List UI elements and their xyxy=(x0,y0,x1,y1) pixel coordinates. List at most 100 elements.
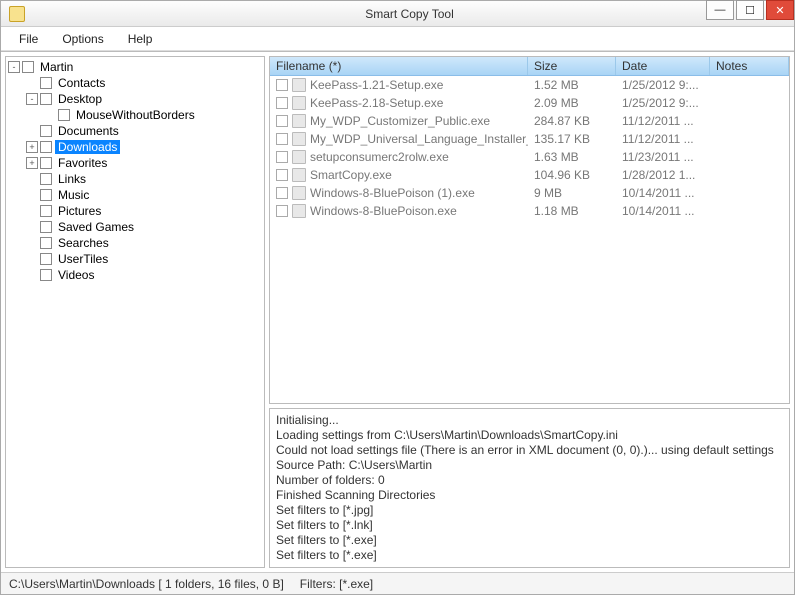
file-icon xyxy=(292,150,306,164)
tree-node[interactable]: Searches xyxy=(26,235,262,251)
file-name: Windows-8-BluePoison (1).exe xyxy=(310,186,475,200)
tree-checkbox[interactable] xyxy=(40,141,52,153)
tree-node[interactable]: Contacts xyxy=(26,75,262,91)
tree-node[interactable]: + Favorites xyxy=(26,155,262,171)
file-row[interactable]: SmartCopy.exe104.96 KB1/28/2012 1... xyxy=(270,166,789,184)
log-line: Set filters to [*.jpg] xyxy=(276,503,783,518)
tree-node-label[interactable]: Documents xyxy=(55,124,122,138)
file-date: 11/23/2011 ... xyxy=(616,149,710,165)
tree-node-label[interactable]: Desktop xyxy=(55,92,105,106)
tree-node-label[interactable]: Contacts xyxy=(55,76,108,90)
file-list[interactable]: Filename (*) Size Date Notes KeePass-1.2… xyxy=(269,56,790,404)
tree-checkbox[interactable] xyxy=(40,125,52,137)
plus-icon[interactable]: + xyxy=(26,157,38,169)
tree-checkbox[interactable] xyxy=(40,189,52,201)
file-checkbox[interactable] xyxy=(276,187,288,199)
tree-node-root[interactable]: - Martin xyxy=(8,59,262,75)
column-filename[interactable]: Filename (*) xyxy=(270,57,528,75)
minimize-button[interactable]: — xyxy=(706,0,734,20)
file-checkbox[interactable] xyxy=(276,133,288,145)
tree-checkbox[interactable] xyxy=(22,61,34,73)
file-checkbox[interactable] xyxy=(276,169,288,181)
window-title: Smart Copy Tool xyxy=(25,7,794,21)
tree-node[interactable]: UserTiles xyxy=(26,251,262,267)
column-notes[interactable]: Notes xyxy=(710,57,789,75)
file-row[interactable]: KeePass-2.18-Setup.exe2.09 MB1/25/2012 9… xyxy=(270,94,789,112)
file-notes xyxy=(710,185,789,201)
file-date: 1/28/2012 1... xyxy=(616,167,710,183)
titlebar[interactable]: Smart Copy Tool — ☐ ✕ xyxy=(1,1,794,27)
log-line: Set filters to [*.exe] xyxy=(276,548,783,563)
tree-node-label[interactable]: Music xyxy=(55,188,92,202)
log-panel[interactable]: Initialising...Loading settings from C:\… xyxy=(269,408,790,568)
menu-options[interactable]: Options xyxy=(52,30,113,48)
menu-help[interactable]: Help xyxy=(118,30,163,48)
column-size[interactable]: Size xyxy=(528,57,616,75)
file-icon xyxy=(292,96,306,110)
tree-node-label[interactable]: Saved Games xyxy=(55,220,137,234)
file-size: 1.63 MB xyxy=(528,149,616,165)
column-date[interactable]: Date xyxy=(616,57,710,75)
file-row[interactable]: Windows-8-BluePoison (1).exe9 MB10/14/20… xyxy=(270,184,789,202)
tree-node-label[interactable]: Favorites xyxy=(55,156,110,170)
file-date: 10/14/2011 ... xyxy=(616,203,710,219)
tree-node[interactable]: Documents xyxy=(26,123,262,139)
tree-node[interactable]: Music xyxy=(26,187,262,203)
maximize-button[interactable]: ☐ xyxy=(736,0,764,20)
tree-node[interactable]: Saved Games xyxy=(26,219,262,235)
file-size: 2.09 MB xyxy=(528,95,616,111)
file-icon xyxy=(292,114,306,128)
file-row[interactable]: setupconsumerc2rolw.exe1.63 MB11/23/2011… xyxy=(270,148,789,166)
expand-icon[interactable]: - xyxy=(8,61,20,73)
tree-checkbox[interactable] xyxy=(40,253,52,265)
file-row[interactable]: KeePass-1.21-Setup.exe1.52 MB1/25/2012 9… xyxy=(270,76,789,94)
tree-node[interactable]: - Desktop xyxy=(26,91,262,107)
status-filters: Filters: [*.exe] xyxy=(300,577,373,591)
menu-file[interactable]: File xyxy=(9,30,48,48)
file-checkbox[interactable] xyxy=(276,79,288,91)
minus-icon[interactable]: - xyxy=(26,93,38,105)
tree-node[interactable]: Pictures xyxy=(26,203,262,219)
status-path: C:\Users\Martin\Downloads [ 1 folders, 1… xyxy=(9,577,284,591)
file-checkbox[interactable] xyxy=(276,205,288,217)
tree-node-label[interactable]: Martin xyxy=(37,60,76,74)
file-date: 10/14/2011 ... xyxy=(616,185,710,201)
tree-node-label[interactable]: Videos xyxy=(55,268,97,282)
tree-checkbox[interactable] xyxy=(40,237,52,249)
tree-checkbox[interactable] xyxy=(40,93,52,105)
tree-checkbox[interactable] xyxy=(40,221,52,233)
file-size: 284.87 KB xyxy=(528,113,616,129)
file-size: 1.18 MB xyxy=(528,203,616,219)
tree-node[interactable]: Links xyxy=(26,171,262,187)
tree-node[interactable]: Videos xyxy=(26,267,262,283)
tree-node-label[interactable]: Links xyxy=(55,172,89,186)
file-icon xyxy=(292,78,306,92)
tree-node-label[interactable]: Pictures xyxy=(55,204,104,218)
file-icon xyxy=(292,132,306,146)
tree-node-label[interactable]: Downloads xyxy=(55,140,120,154)
file-checkbox[interactable] xyxy=(276,151,288,163)
tree-node[interactable]: MouseWithoutBorders xyxy=(44,107,262,123)
tree-node-label[interactable]: MouseWithoutBorders xyxy=(73,108,198,122)
tree-checkbox[interactable] xyxy=(40,269,52,281)
tree-node-label[interactable]: Searches xyxy=(55,236,112,250)
menubar: File Options Help xyxy=(1,27,794,51)
tree-node-label[interactable]: UserTiles xyxy=(55,252,111,266)
folder-tree[interactable]: - Martin Contacts - Desktop MouseWithoutBor… xyxy=(5,56,265,568)
tree-checkbox[interactable] xyxy=(40,205,52,217)
file-row[interactable]: My_WDP_Customizer_Public.exe284.87 KB11/… xyxy=(270,112,789,130)
tree-checkbox[interactable] xyxy=(40,157,52,169)
main-window: Smart Copy Tool — ☐ ✕ File Options Help … xyxy=(0,0,795,595)
log-line: Set filters to [*.lnk] xyxy=(276,518,783,533)
file-checkbox[interactable] xyxy=(276,97,288,109)
file-name: Windows-8-BluePoison.exe xyxy=(310,204,457,218)
tree-checkbox[interactable] xyxy=(40,173,52,185)
file-checkbox[interactable] xyxy=(276,115,288,127)
tree-checkbox[interactable] xyxy=(58,109,70,121)
plus-icon[interactable]: + xyxy=(26,141,38,153)
close-button[interactable]: ✕ xyxy=(766,0,794,20)
file-row[interactable]: My_WDP_Universal_Language_Installer_Publ… xyxy=(270,130,789,148)
tree-node[interactable]: + Downloads xyxy=(26,139,262,155)
tree-checkbox[interactable] xyxy=(40,77,52,89)
file-row[interactable]: Windows-8-BluePoison.exe 1.18 MB10/14/201… xyxy=(270,202,789,220)
